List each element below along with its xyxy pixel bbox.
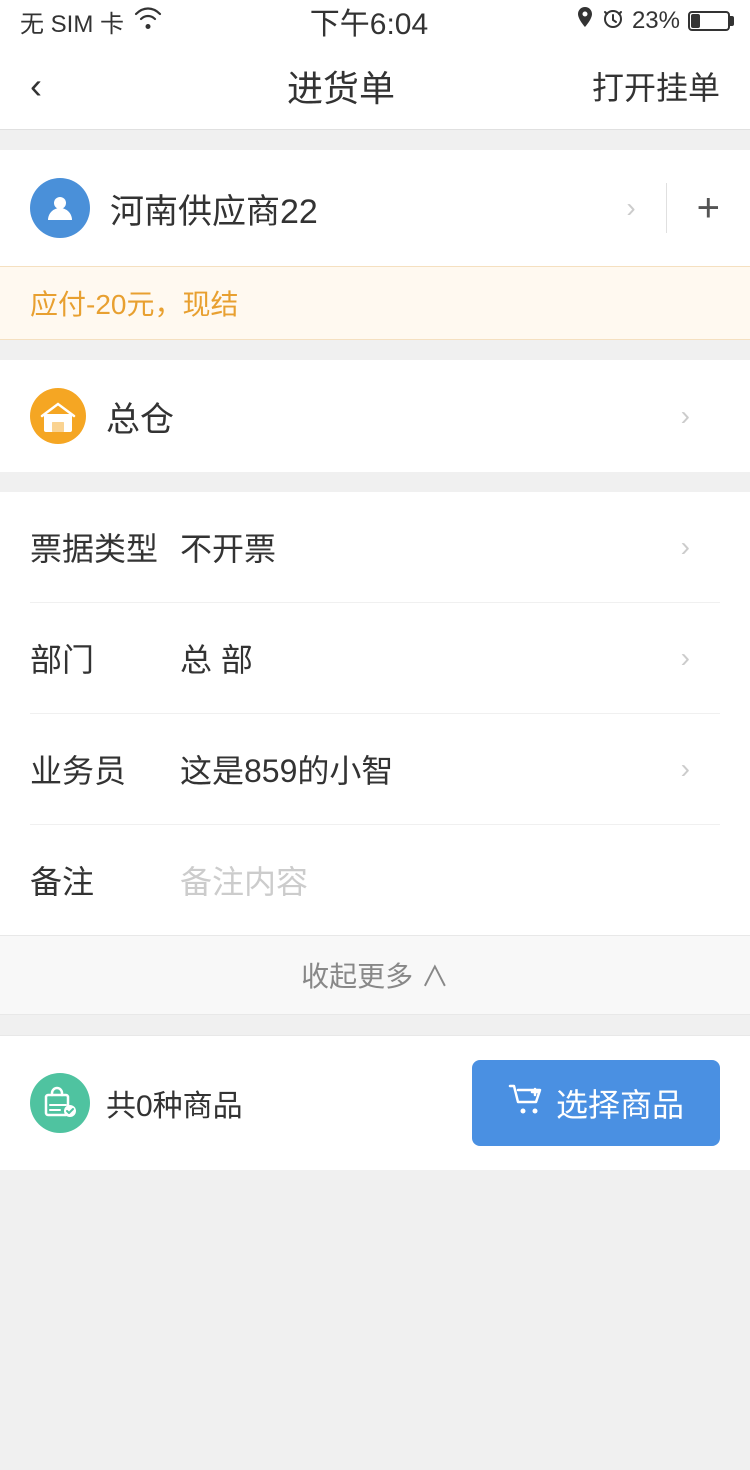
status-right: 23% — [576, 7, 730, 36]
section-gap-4 — [0, 1015, 750, 1035]
form-section: 票据类型 不开票 › 部门 总 部 › 业务员 这是859的小智 › 备注 备注… — [0, 492, 750, 935]
warehouse-section: 总仓 › — [0, 360, 750, 472]
dept-chevron-icon: › — [681, 642, 690, 674]
product-count-text: 共0种商品 — [106, 1081, 243, 1125]
notice-banner: 应付-20元，现结 — [0, 266, 750, 340]
battery-icon — [688, 11, 730, 31]
battery-percent: 23% — [632, 7, 680, 35]
wifi-icon — [134, 7, 162, 36]
invoice-chevron-icon: › — [681, 531, 690, 563]
product-icon — [30, 1073, 90, 1133]
sales-row[interactable]: 业务员 这是859的小智 › — [0, 714, 750, 824]
dept-value: 总 部 — [160, 635, 681, 681]
invoice-value: 不开票 — [160, 524, 681, 570]
section-gap-3 — [0, 472, 750, 492]
location-icon — [576, 7, 594, 36]
warehouse-chevron-icon: › — [681, 400, 690, 432]
status-bar: 无 SIM 卡 下午6:04 23% — [0, 0, 750, 42]
status-left: 无 SIM 卡 — [20, 4, 162, 39]
warehouse-icon-wrap — [30, 388, 86, 444]
select-product-button[interactable]: 选择商品 — [472, 1060, 720, 1146]
bottom-bar: 共0种商品 选择商品 — [0, 1035, 750, 1170]
warehouse-row[interactable]: 总仓 › — [0, 360, 750, 472]
invoice-row[interactable]: 票据类型 不开票 › — [0, 492, 750, 602]
note-input[interactable]: 备注内容 — [160, 857, 720, 903]
sales-value: 这是859的小智 — [160, 746, 681, 792]
content-fill — [0, 1170, 750, 1470]
dept-label: 部门 — [30, 635, 160, 681]
section-gap-1 — [0, 130, 750, 150]
section-gap-2 — [0, 340, 750, 360]
supplier-chevron-icon: › — [626, 192, 635, 224]
open-pending-button[interactable]: 打开挂单 — [592, 63, 720, 109]
supplier-avatar — [30, 178, 90, 238]
collapse-text: 收起更多 ∧ — [301, 955, 449, 995]
dept-row[interactable]: 部门 总 部 › — [0, 603, 750, 713]
cart-icon — [508, 1084, 544, 1122]
supplier-name: 河南供应商22 — [110, 184, 626, 233]
supplier-row[interactable]: 河南供应商22 › + — [0, 150, 750, 266]
page-title: 进货单 — [287, 60, 395, 112]
back-button[interactable]: ‹ — [30, 65, 90, 107]
nav-bar: ‹ 进货单 打开挂单 — [0, 42, 750, 130]
sales-label: 业务员 — [30, 746, 160, 792]
vertical-divider — [666, 183, 667, 233]
sim-text: 无 SIM 卡 — [20, 4, 124, 39]
select-product-label: 选择商品 — [556, 1080, 684, 1126]
add-icon[interactable]: + — [697, 186, 720, 231]
warehouse-name: 总仓 — [106, 392, 681, 441]
product-count-wrap: 共0种商品 — [30, 1073, 243, 1133]
notice-text: 应付-20元，现结 — [30, 289, 238, 320]
note-label: 备注 — [30, 857, 160, 903]
sales-chevron-icon: › — [681, 753, 690, 785]
supplier-section: 河南供应商22 › + 应付-20元，现结 — [0, 150, 750, 340]
status-time: 下午6:04 — [310, 0, 428, 43]
collapse-row[interactable]: 收起更多 ∧ — [0, 935, 750, 1015]
note-row[interactable]: 备注 备注内容 — [0, 825, 750, 935]
invoice-label: 票据类型 — [30, 524, 160, 570]
alarm-icon — [602, 7, 624, 36]
